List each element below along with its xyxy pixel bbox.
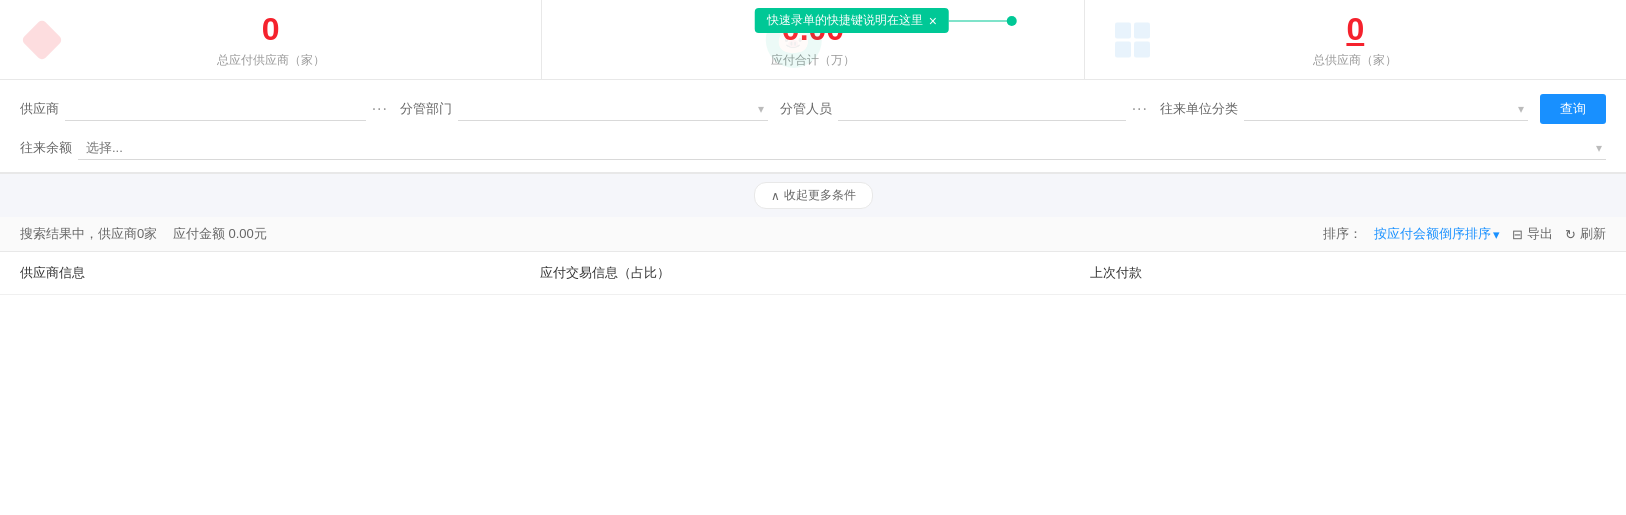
tooltip-dot <box>1007 16 1017 26</box>
department-input[interactable] <box>458 97 758 120</box>
department-select-wrapper: ▾ <box>458 97 768 121</box>
collapse-bar: ∧ 收起更多条件 <box>0 173 1626 217</box>
stat-total-suppliers: 0 总供应商（家） <box>1085 0 1626 79</box>
balance-chevron-icon: ▾ <box>1596 141 1606 155</box>
col-header-transaction: 应付交易信息（占比） <box>540 264 1090 282</box>
collapse-button[interactable]: ∧ 收起更多条件 <box>754 182 873 209</box>
table-body <box>0 295 1626 515</box>
department-label: 分管部门 <box>400 100 452 118</box>
tooltip-close-icon[interactable]: × <box>929 14 937 28</box>
col-header-last-payment: 上次付款 <box>1090 264 1606 282</box>
balance-select-wrapper: ▾ <box>78 136 1606 160</box>
filter-department: 分管部门 ▾ <box>400 97 768 121</box>
stats-bar: 0 总应付供应商（家） 🐷 0.00 应付合计（万） 快速录单的快捷键说明在这里… <box>0 0 1626 80</box>
tooltip-bubble: 快速录单的快捷键说明在这里 × <box>755 8 949 33</box>
unit-category-label: 往来单位分类 <box>1160 100 1238 118</box>
stat-payable-total: 🐷 0.00 应付合计（万） 快速录单的快捷键说明在这里 × <box>542 0 1084 79</box>
department-chevron-icon: ▾ <box>758 102 768 116</box>
diamond-icon <box>20 18 64 62</box>
filter-person: 分管人员 ··· <box>780 97 1148 121</box>
tooltip-text: 快速录单的快捷键说明在这里 <box>767 12 923 29</box>
supplier-label: 供应商 <box>20 100 59 118</box>
person-more-icon[interactable]: ··· <box>1132 100 1148 118</box>
person-input[interactable] <box>838 97 1126 121</box>
collapse-up-icon: ∧ <box>771 189 780 203</box>
total-suppliers-label: 总供应商（家） <box>1313 52 1397 69</box>
person-label: 分管人员 <box>780 100 832 118</box>
sort-chevron-icon: ▾ <box>1493 227 1500 242</box>
unit-category-select-wrapper: ▾ <box>1244 97 1528 121</box>
payable-suppliers-number: 0 <box>262 10 280 48</box>
filter-row-2: 往来余额 ▾ <box>20 136 1606 160</box>
table-header: 供应商信息 应付交易信息（占比） 上次付款 <box>0 252 1626 295</box>
results-actions: 排序： 按应付会额倒序排序 ▾ ⊟ 导出 ↻ 刷新 <box>1323 225 1606 243</box>
results-count: 搜索结果中，供应商0家 <box>20 226 157 241</box>
sort-label: 排序： <box>1323 225 1362 243</box>
refresh-icon: ↻ <box>1565 227 1576 242</box>
stat-payable-suppliers: 0 总应付供应商（家） <box>0 0 542 79</box>
grid-icon <box>1115 22 1150 57</box>
unit-category-input[interactable] <box>1244 97 1518 120</box>
filter-supplier: 供应商 ··· <box>20 97 388 121</box>
unit-category-chevron-icon: ▾ <box>1518 102 1528 116</box>
table-container: 供应商信息 应付交易信息（占比） 上次付款 <box>0 252 1626 515</box>
filter-area: 供应商 ··· 分管部门 ▾ 分管人员 ··· 往来单位分类 ▾ <box>0 80 1626 173</box>
refresh-button[interactable]: ↻ 刷新 <box>1565 225 1606 243</box>
query-button[interactable]: 查询 <box>1540 94 1606 124</box>
collapse-label: 收起更多条件 <box>784 187 856 204</box>
filter-row-1: 供应商 ··· 分管部门 ▾ 分管人员 ··· 往来单位分类 ▾ <box>20 94 1606 124</box>
total-suppliers-number: 0 <box>1346 10 1364 48</box>
payable-suppliers-label: 总应付供应商（家） <box>217 52 325 69</box>
balance-label: 往来余额 <box>20 139 72 157</box>
col-header-supplier: 供应商信息 <box>20 264 540 282</box>
export-button[interactable]: ⊟ 导出 <box>1512 225 1553 243</box>
balance-input[interactable] <box>78 136 1596 159</box>
export-icon: ⊟ <box>1512 227 1523 242</box>
filter-unit-category: 往来单位分类 ▾ <box>1160 97 1528 121</box>
results-amount: 应付金额 0.00元 <box>173 226 267 241</box>
supplier-input[interactable] <box>65 97 366 121</box>
sort-value[interactable]: 按应付会额倒序排序 ▾ <box>1374 225 1500 243</box>
supplier-more-icon[interactable]: ··· <box>372 100 388 118</box>
results-bar: 搜索结果中，供应商0家 应付金额 0.00元 排序： 按应付会额倒序排序 ▾ ⊟… <box>0 217 1626 252</box>
svg-rect-0 <box>22 20 62 60</box>
results-info: 搜索结果中，供应商0家 应付金额 0.00元 <box>20 225 267 243</box>
